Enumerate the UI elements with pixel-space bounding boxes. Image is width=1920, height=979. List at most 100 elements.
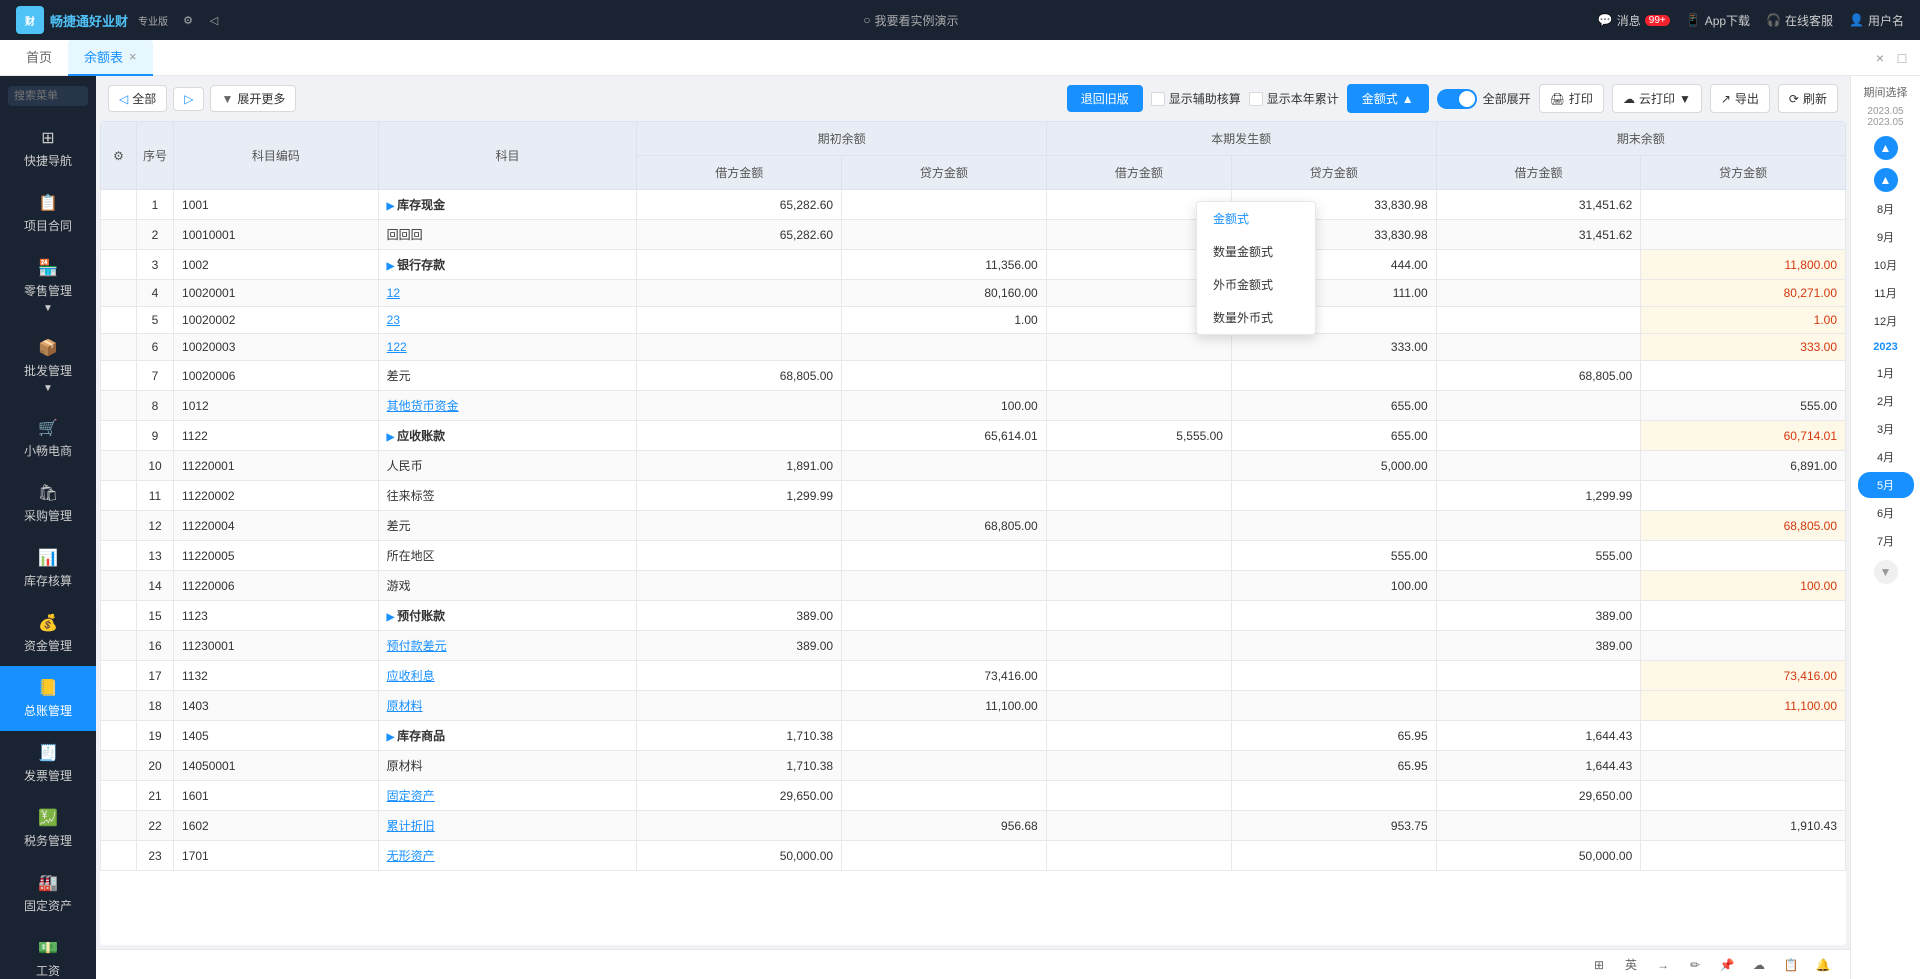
subject-cell[interactable]: 其他货币资金: [378, 391, 637, 421]
subject-cell[interactable]: 回回回: [378, 220, 637, 250]
dropdown-item-qty-foreign[interactable]: 数量外币式: [1197, 301, 1315, 334]
period-5[interactable]: 5月: [1858, 472, 1914, 498]
dropdown-item-amount[interactable]: 金额式: [1197, 202, 1315, 235]
period-3[interactable]: 3月: [1858, 416, 1914, 442]
table-row[interactable]: 18 1403 原材料 11,100.00 11,100.00: [101, 691, 1846, 721]
back-icon[interactable]: ◁: [204, 10, 224, 30]
period-8[interactable]: 8月: [1858, 196, 1914, 222]
bottom-lang-icon[interactable]: 英: [1620, 954, 1642, 976]
sidebar-item-finance[interactable]: 💰 资金管理: [0, 601, 96, 666]
period-1[interactable]: 1月: [1858, 360, 1914, 386]
bottom-bell-icon[interactable]: 🔔: [1812, 954, 1834, 976]
sidebar-item-project[interactable]: 📋 项目合同: [0, 181, 96, 246]
sidebar-item-ledger[interactable]: 📒 总账管理: [0, 666, 96, 731]
table-row[interactable]: 4 10020001 12 80,160.00 111.00 80,271.00: [101, 280, 1846, 307]
table-row[interactable]: 3 1002 ▶ 银行存款 11,356.00 444.00 11,800.00: [101, 250, 1846, 280]
period-2[interactable]: 2月: [1858, 388, 1914, 414]
auxiliary-checkbox[interactable]: [1151, 92, 1165, 106]
expand-more-btn[interactable]: ▼ 展开更多: [210, 85, 296, 112]
period-6[interactable]: 6月: [1858, 500, 1914, 526]
period-10[interactable]: 10月: [1858, 252, 1914, 278]
period-12[interactable]: 12月: [1858, 308, 1914, 334]
table-row[interactable]: 2 10010001 回回回 65,282.60 33,830.98 31,45…: [101, 220, 1846, 250]
subject-cell[interactable]: 所在地区: [378, 541, 637, 571]
subject-cell[interactable]: 固定资产: [378, 781, 637, 811]
window-restore-icon[interactable]: □: [1894, 50, 1910, 66]
settings-col-header[interactable]: ⚙: [101, 122, 137, 190]
dropdown-item-qty-amount[interactable]: 数量金额式: [1197, 235, 1315, 268]
show-auxiliary-check[interactable]: 显示辅助核算: [1151, 90, 1241, 107]
table-row[interactable]: 23 1701 无形资产 50,000.00 50,000.00: [101, 841, 1846, 871]
demo-link[interactable]: ○ 我要看实例演示: [863, 12, 958, 29]
subject-cell[interactable]: 预付款差元: [378, 631, 637, 661]
period-next-btn[interactable]: ▼: [1874, 560, 1898, 584]
dropdown-item-foreign-amount[interactable]: 外币金额式: [1197, 268, 1315, 301]
period-7[interactable]: 7月: [1858, 528, 1914, 554]
expand-all-switch[interactable]: [1437, 89, 1477, 109]
subject-cell[interactable]: 无形资产: [378, 841, 637, 871]
sidebar-item-inventory[interactable]: 📊 库存核算: [0, 536, 96, 601]
table-row[interactable]: 19 1405 ▶ 库存商品 1,710.38 65.95 1,644.43: [101, 721, 1846, 751]
sidebar-item-wholesale[interactable]: 📦 批发管理 ▼: [0, 326, 96, 406]
sidebar-item-purchase[interactable]: 🛍 采购管理: [0, 471, 96, 536]
customer-service-btn[interactable]: 🎧 在线客服: [1766, 12, 1833, 29]
table-row[interactable]: 9 1122 ▶ 应收账款 65,614.01 5,555.00 655.00 …: [101, 421, 1846, 451]
subject-cell[interactable]: ▶ 库存商品: [378, 721, 637, 751]
subject-cell[interactable]: 往来标签: [378, 481, 637, 511]
period-9[interactable]: 9月: [1858, 224, 1914, 250]
settings-icon[interactable]: ⚙: [178, 10, 198, 30]
tab-close-icon[interactable]: ×: [129, 49, 137, 64]
nav-forward-btn[interactable]: ▷: [173, 87, 204, 111]
return-old-btn[interactable]: 退回旧版: [1067, 85, 1143, 112]
window-close-icon[interactable]: ×: [1872, 50, 1888, 66]
subject-cell[interactable]: ▶ 应收账款: [378, 421, 637, 451]
period-4[interactable]: 4月: [1858, 444, 1914, 470]
subject-cell[interactable]: 差元: [378, 511, 637, 541]
table-row[interactable]: 20 14050001 原材料 1,710.38 65.95 1,644.43: [101, 751, 1846, 781]
period-prev-btn[interactable]: ▲: [1874, 136, 1898, 160]
subject-cell[interactable]: 23: [378, 307, 637, 334]
period-11[interactable]: 11月: [1858, 280, 1914, 306]
bottom-edit-icon[interactable]: ✏: [1684, 954, 1706, 976]
year-checkbox[interactable]: [1249, 92, 1263, 106]
table-row[interactable]: 5 10020002 23 1.00 1.00: [101, 307, 1846, 334]
tab-home[interactable]: 首页: [10, 40, 68, 76]
subject-cell[interactable]: 原材料: [378, 691, 637, 721]
bottom-pin-icon[interactable]: 📌: [1716, 954, 1738, 976]
table-row[interactable]: 7 10020006 差元 68,805.00 68,805.00: [101, 361, 1846, 391]
table-row[interactable]: 16 11230001 预付款差元 389.00 389.00: [101, 631, 1846, 661]
table-row[interactable]: 14 11220006 游戏 100.00 100.00: [101, 571, 1846, 601]
subject-cell[interactable]: 122: [378, 334, 637, 361]
amount-mode-btn[interactable]: 金额式 ▲: [1347, 84, 1429, 113]
user-profile-btn[interactable]: 👤 用户名: [1849, 12, 1904, 29]
sidebar-item-assets[interactable]: 🏭 固定资产: [0, 861, 96, 926]
table-row[interactable]: 17 1132 应收利息 73,416.00 73,416.00: [101, 661, 1846, 691]
table-row[interactable]: 13 11220005 所在地区 555.00 555.00: [101, 541, 1846, 571]
table-row[interactable]: 11 11220002 往来标签 1,299.99 1,299.99: [101, 481, 1846, 511]
search-input[interactable]: [8, 86, 88, 106]
bottom-grid-icon[interactable]: ⊞: [1588, 954, 1610, 976]
subject-cell[interactable]: 应收利息: [378, 661, 637, 691]
table-row[interactable]: 8 1012 其他货币资金 100.00 655.00 555.00: [101, 391, 1846, 421]
sidebar-item-ecommerce[interactable]: 🛒 小畅电商: [0, 406, 96, 471]
bottom-clipboard-icon[interactable]: 📋: [1780, 954, 1802, 976]
subject-cell[interactable]: 原材料: [378, 751, 637, 781]
show-year-check[interactable]: 显示本年累计: [1249, 90, 1339, 107]
bottom-cloud-icon[interactable]: ☁: [1748, 954, 1770, 976]
app-download-btn[interactable]: 📱 App下载: [1686, 12, 1750, 29]
refresh-btn[interactable]: ⟳ 刷新: [1778, 84, 1838, 113]
table-row[interactable]: 21 1601 固定资产 29,650.00 29,650.00: [101, 781, 1846, 811]
subject-cell[interactable]: 12: [378, 280, 637, 307]
subject-cell[interactable]: 人民币: [378, 451, 637, 481]
table-row[interactable]: 10 11220001 人民币 1,891.00 5,000.00 6,891.…: [101, 451, 1846, 481]
subject-cell[interactable]: ▶ 银行存款: [378, 250, 637, 280]
subject-cell[interactable]: ▶ 库存现金: [378, 190, 637, 220]
bottom-arrow-icon[interactable]: →: [1652, 954, 1674, 976]
table-row[interactable]: 1 1001 ▶ 库存现金 65,282.60 33,830.98 31,451…: [101, 190, 1846, 220]
export-btn[interactable]: ↗ 导出: [1710, 84, 1770, 113]
sidebar-item-retail[interactable]: 🏪 零售管理 ▼: [0, 246, 96, 326]
sidebar-item-payroll[interactable]: 💵 工资: [0, 926, 96, 979]
subject-cell[interactable]: ▶ 预付账款: [378, 601, 637, 631]
sidebar-item-quicknav[interactable]: ⊞ 快捷导航: [0, 116, 96, 181]
table-row[interactable]: 6 10020003 122 333.00 333.00: [101, 334, 1846, 361]
